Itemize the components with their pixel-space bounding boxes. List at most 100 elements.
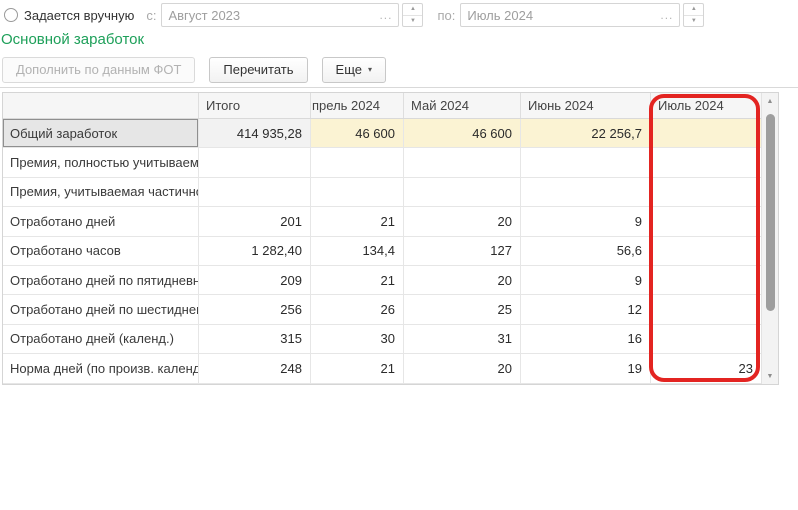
table-row: Отработано дней 201 21 20 9 bbox=[3, 207, 778, 237]
column-header[interactable]: Итого bbox=[199, 93, 311, 118]
toolbar-separator bbox=[0, 87, 798, 88]
salary-calculation-panel: Задается вручную с: Август 2023 ... ▲ ▼ … bbox=[0, 0, 798, 510]
column-header[interactable]: Май 2024 bbox=[404, 93, 521, 118]
value-cell[interactable]: 30 bbox=[311, 324, 404, 354]
section-title: Основной заработок bbox=[1, 31, 145, 48]
value-cell[interactable] bbox=[651, 119, 761, 148]
date-to-field[interactable]: Июль 2024 ... bbox=[460, 3, 681, 27]
row-label-cell[interactable]: Отработано дней по шестидневно… bbox=[3, 295, 199, 324]
value-cell[interactable] bbox=[199, 148, 311, 177]
value-cell[interactable]: 134,4 bbox=[311, 236, 404, 265]
date-from-spinner[interactable]: ▲ ▼ bbox=[402, 3, 424, 27]
value-cell[interactable]: 248 bbox=[199, 354, 311, 383]
scrollbar-thumb[interactable] bbox=[766, 114, 775, 311]
chevron-down-icon: ▾ bbox=[368, 65, 373, 74]
value-cell[interactable]: 56,6 bbox=[521, 236, 651, 265]
date-to-picker-icon[interactable]: ... bbox=[654, 8, 679, 22]
value-cell[interactable] bbox=[404, 148, 521, 177]
value-cell[interactable] bbox=[199, 177, 311, 207]
row-label-cell[interactable]: Отработано дней по пятидневной … bbox=[3, 265, 199, 295]
table-row: Отработано дней по пятидневной …20921209 bbox=[3, 265, 778, 296]
value-cell[interactable]: 256 bbox=[199, 295, 311, 324]
manual-period-radio[interactable] bbox=[4, 8, 18, 22]
value-cell[interactable]: 20 bbox=[404, 354, 521, 383]
value-cell[interactable]: 209 bbox=[199, 265, 311, 295]
value-cell[interactable] bbox=[311, 148, 404, 177]
table-header-row: Итого прель 2024 Май 2024 Июнь 2024 Июль 202… bbox=[3, 93, 778, 119]
value-cell[interactable]: 20 bbox=[404, 265, 521, 295]
vertical-scrollbar[interactable]: ▲ ▼ bbox=[761, 93, 778, 384]
value-cell[interactable]: 9 bbox=[521, 207, 651, 236]
row-label-cell[interactable]: Норма дней (по произв. календар… bbox=[3, 354, 199, 383]
date-to-label: по: bbox=[437, 7, 456, 23]
value-cell[interactable]: 21 bbox=[311, 354, 404, 383]
value-cell[interactable]: 9 bbox=[521, 265, 651, 295]
value-cell[interactable] bbox=[651, 178, 761, 206]
value-cell[interactable]: 12 bbox=[521, 295, 651, 324]
more-button[interactable]: Еще ▾ bbox=[321, 56, 387, 83]
value-cell[interactable] bbox=[521, 177, 651, 207]
row-label-cell[interactable]: Премия, полностью учитываемая bbox=[3, 148, 199, 177]
value-cell[interactable] bbox=[404, 177, 521, 207]
date-from-value[interactable]: Август 2023 bbox=[162, 8, 373, 23]
value-cell[interactable] bbox=[651, 148, 761, 176]
value-cell[interactable]: 20 bbox=[404, 207, 521, 236]
column-header[interactable]: Июль 2024 bbox=[651, 93, 761, 118]
date-to-value[interactable]: Июль 2024 bbox=[461, 8, 654, 23]
date-from-label: с: bbox=[146, 7, 157, 23]
table-row: Норма дней (по произв. календар…24821201… bbox=[3, 354, 778, 384]
table-row: Общий заработок 414 935,28 46 600 46 600 22 … bbox=[3, 119, 778, 149]
value-cell[interactable]: 22 256,7 bbox=[521, 119, 651, 148]
value-cell[interactable] bbox=[651, 295, 761, 323]
column-header[interactable]: Июнь 2024 bbox=[521, 93, 651, 118]
value-cell[interactable]: 31 bbox=[404, 324, 521, 354]
value-cell[interactable]: 21 bbox=[311, 207, 404, 236]
value-cell[interactable]: 1 282,40 bbox=[199, 236, 311, 265]
more-button-label: Еще bbox=[335, 62, 362, 77]
date-from-field[interactable]: Август 2023 ... bbox=[161, 3, 400, 27]
value-cell[interactable]: 414 935,28 bbox=[199, 119, 311, 148]
value-cell[interactable]: 201 bbox=[199, 207, 311, 236]
value-cell[interactable]: 19 bbox=[521, 354, 651, 383]
table-row: Премия, полностью учитываемая bbox=[3, 148, 778, 178]
value-cell[interactable]: 16 bbox=[521, 324, 651, 354]
value-cell[interactable]: 21 bbox=[311, 265, 404, 295]
scroll-down-icon[interactable]: ▼ bbox=[762, 370, 778, 382]
corner-header-cell[interactable] bbox=[3, 93, 199, 118]
table-row: Отработано часов 1 282,40 134,4 127 56,6 bbox=[3, 236, 778, 266]
reread-button[interactable]: Перечитать bbox=[209, 56, 308, 83]
row-label-cell[interactable]: Общий заработок bbox=[3, 119, 199, 148]
value-cell[interactable]: 23 bbox=[651, 354, 761, 382]
period-bar: Задается вручную с: Август 2023 ... ▲ ▼ … bbox=[2, 2, 705, 28]
spin-down-icon[interactable]: ▼ bbox=[403, 16, 422, 27]
value-cell[interactable] bbox=[651, 207, 761, 235]
table-body: Общий заработок 414 935,28 46 600 46 600 22 … bbox=[3, 119, 778, 384]
value-cell[interactable] bbox=[311, 177, 404, 207]
row-label-cell[interactable]: Отработано часов bbox=[3, 236, 199, 265]
earnings-table: Итого прель 2024 Май 2024 Июнь 2024 Июль 202… bbox=[2, 92, 779, 385]
value-cell[interactable]: 46 600 bbox=[404, 119, 521, 148]
value-cell[interactable]: 25 bbox=[404, 295, 521, 324]
spin-up-icon[interactable]: ▲ bbox=[403, 4, 423, 16]
fill-from-fot-button[interactable]: Дополнить по данным ФОТ bbox=[2, 56, 196, 83]
value-cell[interactable]: 127 bbox=[404, 236, 521, 265]
row-label-cell[interactable]: Отработано дней (календ.) bbox=[3, 324, 199, 354]
column-header[interactable]: прель 2024 bbox=[311, 93, 404, 118]
spin-up-icon[interactable]: ▲ bbox=[684, 4, 704, 16]
value-cell[interactable] bbox=[651, 266, 761, 294]
date-from-picker-icon[interactable]: ... bbox=[373, 8, 398, 22]
manual-period-radio-label[interactable]: Задается вручную bbox=[24, 8, 134, 23]
row-label-cell[interactable]: Премия, учитываемая частично bbox=[3, 177, 199, 207]
value-cell[interactable]: 315 bbox=[199, 324, 311, 354]
table-row: Отработано дней по шестидневно…256262512 bbox=[3, 295, 778, 325]
table-toolbar: Дополнить по данным ФОТ Перечитать Еще ▾ bbox=[2, 56, 768, 83]
value-cell[interactable] bbox=[651, 237, 761, 265]
row-label-cell[interactable]: Отработано дней bbox=[3, 207, 199, 236]
value-cell[interactable] bbox=[651, 325, 761, 353]
date-to-spinner[interactable]: ▲ ▼ bbox=[683, 3, 705, 27]
spin-down-icon[interactable]: ▼ bbox=[684, 16, 703, 27]
value-cell[interactable]: 26 bbox=[311, 295, 404, 324]
value-cell[interactable]: 46 600 bbox=[311, 119, 404, 148]
scroll-up-icon[interactable]: ▲ bbox=[762, 95, 778, 107]
value-cell[interactable] bbox=[521, 148, 651, 177]
